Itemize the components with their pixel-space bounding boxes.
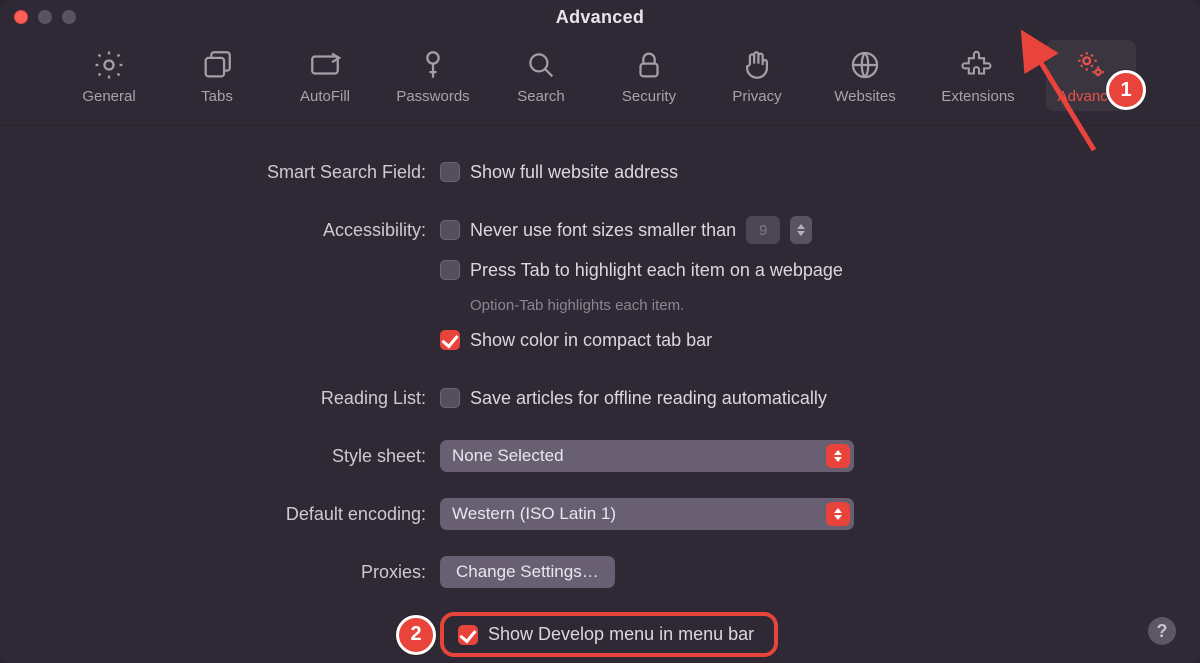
row-proxies: Proxies: Change Settings… bbox=[0, 554, 1160, 590]
row-develop-menu: 2 Show Develop menu in menu bar bbox=[0, 612, 1160, 657]
preferences-toolbar: General Tabs AutoFill Passwords Search S… bbox=[0, 34, 1200, 126]
checkbox-compact-tab-color[interactable] bbox=[440, 330, 460, 350]
option-label: Show full website address bbox=[470, 162, 678, 183]
hand-icon bbox=[740, 48, 774, 82]
select-caret-icon bbox=[826, 444, 850, 468]
chevron-down-icon bbox=[797, 231, 805, 236]
minimize-window-button[interactable] bbox=[38, 10, 52, 24]
window-controls bbox=[14, 10, 76, 24]
tab-label: Extensions bbox=[941, 88, 1014, 105]
tab-tabs[interactable]: Tabs bbox=[172, 40, 262, 111]
encoding-select[interactable]: Western (ISO Latin 1) bbox=[440, 498, 854, 530]
checkbox-tab-highlight[interactable] bbox=[440, 260, 460, 280]
tab-search[interactable]: Search bbox=[496, 40, 586, 111]
section-label: Style sheet: bbox=[0, 446, 440, 467]
zoom-window-button[interactable] bbox=[62, 10, 76, 24]
select-caret-icon bbox=[826, 502, 850, 526]
checkbox-min-font-size[interactable] bbox=[440, 220, 460, 240]
select-value: Western (ISO Latin 1) bbox=[452, 504, 616, 524]
key-icon bbox=[416, 48, 450, 82]
tab-security[interactable]: Security bbox=[604, 40, 694, 111]
lock-icon bbox=[632, 48, 666, 82]
option-label: Show Develop menu in menu bar bbox=[488, 624, 754, 645]
option-label: Save articles for offline reading automa… bbox=[470, 388, 827, 409]
tab-label: Tabs bbox=[201, 88, 233, 105]
section-label: Reading List: bbox=[0, 388, 440, 409]
checkbox-show-develop-menu[interactable] bbox=[458, 625, 478, 645]
tabs-icon bbox=[200, 48, 234, 82]
gears-icon bbox=[1074, 48, 1108, 82]
option-label: Show color in compact tab bar bbox=[470, 330, 712, 351]
hint-text: Option-Tab highlights each item. bbox=[470, 297, 684, 314]
tab-label: AutoFill bbox=[300, 88, 350, 105]
annotation-badge-1: 1 bbox=[1106, 70, 1146, 110]
close-window-button[interactable] bbox=[14, 10, 28, 24]
chevron-up-icon bbox=[797, 224, 805, 229]
help-button[interactable]: ? bbox=[1148, 617, 1176, 645]
row-accessibility-1: Accessibility: Never use font sizes smal… bbox=[0, 212, 1160, 248]
style-sheet-select[interactable]: None Selected bbox=[440, 440, 854, 472]
select-value: None Selected bbox=[452, 446, 564, 466]
advanced-pane: Smart Search Field: Show full website ad… bbox=[0, 126, 1200, 657]
row-style-sheet: Style sheet: None Selected bbox=[0, 438, 1160, 474]
row-reading-list: Reading List: Save articles for offline … bbox=[0, 380, 1160, 416]
autofill-icon bbox=[308, 48, 342, 82]
annotation-badge-2: 2 bbox=[396, 615, 436, 655]
section-label: Default encoding: bbox=[0, 504, 440, 525]
titlebar: Advanced bbox=[0, 0, 1200, 34]
row-accessibility-2: Press Tab to highlight each item on a we… bbox=[0, 252, 1160, 288]
option-label: Never use font sizes smaller than bbox=[470, 220, 736, 241]
puzzle-icon bbox=[961, 48, 995, 82]
button-label: Change Settings… bbox=[456, 562, 599, 582]
row-accessibility-3: Show color in compact tab bar bbox=[0, 322, 1160, 358]
min-font-size-stepper[interactable] bbox=[790, 216, 812, 244]
section-label: Proxies: bbox=[0, 562, 440, 583]
tab-label: Security bbox=[622, 88, 676, 105]
section-label: Smart Search Field: bbox=[0, 162, 440, 183]
globe-icon bbox=[848, 48, 882, 82]
option-label: Press Tab to highlight each item on a we… bbox=[470, 260, 843, 281]
change-proxy-settings-button[interactable]: Change Settings… bbox=[440, 556, 615, 588]
tab-general[interactable]: General bbox=[64, 40, 154, 111]
tab-label: Privacy bbox=[732, 88, 781, 105]
tab-label: Websites bbox=[834, 88, 895, 105]
tab-websites[interactable]: Websites bbox=[820, 40, 910, 111]
min-font-size-field[interactable]: 9 bbox=[746, 216, 780, 244]
section-label: Accessibility: bbox=[0, 220, 440, 241]
annotation-highlight-2: Show Develop menu in menu bar bbox=[440, 612, 778, 657]
tab-autofill[interactable]: AutoFill bbox=[280, 40, 370, 111]
tab-label: Passwords bbox=[396, 88, 469, 105]
tab-label: General bbox=[82, 88, 135, 105]
row-accessibility-hint: Option-Tab highlights each item. bbox=[0, 292, 1160, 318]
gear-icon bbox=[92, 48, 126, 82]
tab-label: Search bbox=[517, 88, 565, 105]
window-title: Advanced bbox=[556, 7, 644, 28]
tab-passwords[interactable]: Passwords bbox=[388, 40, 478, 111]
checkbox-offline-reading[interactable] bbox=[440, 388, 460, 408]
checkbox-show-full-url[interactable] bbox=[440, 162, 460, 182]
tab-extensions[interactable]: Extensions bbox=[928, 40, 1028, 111]
search-icon bbox=[524, 48, 558, 82]
row-encoding: Default encoding: Western (ISO Latin 1) bbox=[0, 496, 1160, 532]
tab-privacy[interactable]: Privacy bbox=[712, 40, 802, 111]
question-icon: ? bbox=[1157, 621, 1168, 642]
row-smart-search: Smart Search Field: Show full website ad… bbox=[0, 154, 1160, 190]
preferences-window: Advanced General Tabs AutoFill Passwords… bbox=[0, 0, 1200, 663]
